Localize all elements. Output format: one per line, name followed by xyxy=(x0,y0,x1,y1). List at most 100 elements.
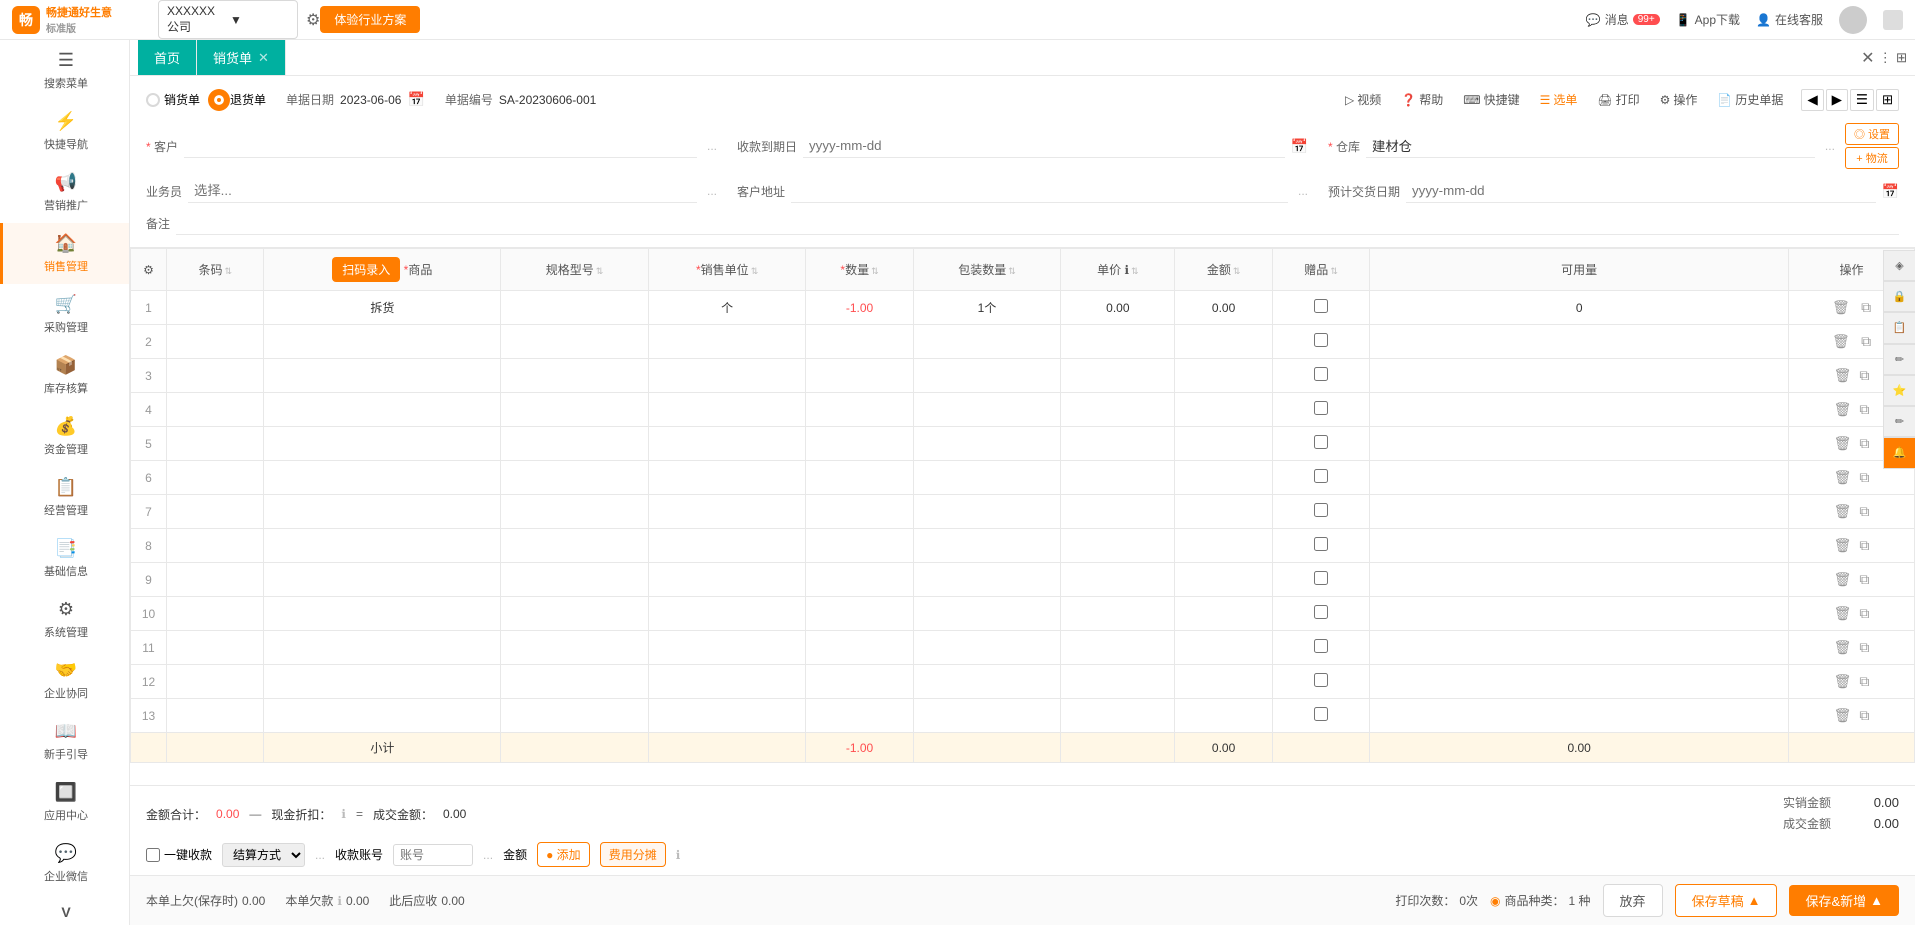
warehouse-input[interactable] xyxy=(1366,134,1815,158)
message-btn[interactable]: 💬 消息 99+ xyxy=(1586,11,1660,28)
sidebar-item-purchase[interactable]: 🛒 采购管理 xyxy=(0,284,129,345)
delete-row-btn[interactable]: 🗑 xyxy=(1830,535,1856,556)
delete-row-btn[interactable]: 🗑 xyxy=(1830,365,1856,386)
salesperson-input[interactable] xyxy=(188,179,697,203)
expected-delivery-input[interactable] xyxy=(1406,179,1876,203)
float-btn-3[interactable]: 📋 xyxy=(1883,312,1915,343)
gift-checkbox[interactable] xyxy=(1314,673,1328,687)
copy-row-btn[interactable]: ⧉ xyxy=(1855,399,1873,420)
payment-due-input[interactable] xyxy=(803,134,1285,158)
float-btn-1[interactable]: ◈ xyxy=(1883,250,1915,281)
gift-checkbox[interactable] xyxy=(1314,605,1328,619)
customer-dots-btn[interactable]: ... xyxy=(707,139,717,153)
gift-checkbox[interactable] xyxy=(1314,435,1328,449)
gift-checkbox[interactable] xyxy=(1314,299,1328,313)
save-draft-btn[interactable]: 保存草稿 ▲ xyxy=(1675,884,1778,917)
settings-btn[interactable]: ◎ 设置 xyxy=(1845,123,1899,145)
copy-row-btn[interactable]: ⧉ xyxy=(1855,433,1873,454)
discard-btn[interactable]: 放弃 xyxy=(1603,884,1663,917)
gift-checkbox[interactable] xyxy=(1314,367,1328,381)
delete-row-btn[interactable]: 🗑 xyxy=(1830,603,1856,624)
logistics-btn[interactable]: + 物流 xyxy=(1845,147,1899,169)
sidebar-item-enterprise[interactable]: 🤝 企业协同 xyxy=(0,650,129,711)
delete-row-btn[interactable]: 🗑 xyxy=(1830,433,1856,454)
delete-row-btn[interactable]: 🗑 xyxy=(1830,399,1856,420)
gift-checkbox[interactable] xyxy=(1314,333,1328,347)
user-menu-icon[interactable] xyxy=(1883,10,1903,30)
nav-prev-btn[interactable]: ◀ xyxy=(1801,89,1823,111)
radio-sales-order[interactable]: 销货单 xyxy=(146,91,200,108)
col-settings[interactable]: ⚙ xyxy=(131,249,167,291)
delete-row-btn[interactable]: 🗑 xyxy=(1830,637,1856,658)
sidebar-item-finance[interactable]: 💰 资金管理 xyxy=(0,406,129,467)
sidebar-item-marketing[interactable]: 📢 营销推广 xyxy=(0,162,129,223)
address-dots-btn[interactable]: ... xyxy=(1298,184,1308,198)
cell-pack-qty[interactable]: 1个 xyxy=(913,291,1061,325)
settings-icon-button[interactable]: ⚙ xyxy=(306,10,320,30)
copy-row-btn[interactable]: ⧉ xyxy=(1855,467,1873,488)
sidebar-item-quick-nav[interactable]: ⚡ 快捷导航 xyxy=(0,101,129,162)
toolbar-video-btn[interactable]: ▷视频 xyxy=(1339,88,1387,111)
payment-due-calendar[interactable]: 📅 xyxy=(1291,138,1308,155)
delete-row-btn[interactable]: 🗑 xyxy=(1828,331,1854,352)
toolbar-shortcut-btn[interactable]: ⌨快捷键 xyxy=(1457,88,1525,111)
account-input[interactable] xyxy=(393,844,473,866)
tab-sales-order[interactable]: 销货单 ✕ xyxy=(197,40,286,75)
customer-input[interactable] xyxy=(184,134,697,158)
sidebar-item-system[interactable]: ⚙ 系统管理 xyxy=(0,589,129,650)
tab-close-all-btn[interactable]: ✕ xyxy=(1861,48,1874,68)
customer-address-input[interactable] xyxy=(791,179,1288,203)
cell-product[interactable]: 拆货 xyxy=(264,291,501,325)
float-btn-orange[interactable]: 🔔 xyxy=(1883,437,1915,468)
delete-row-btn[interactable]: 🗑 xyxy=(1830,467,1856,488)
sidebar-item-inventory[interactable]: 📦 库存核算 xyxy=(0,345,129,406)
tab-grid-btn[interactable]: ⊞ xyxy=(1896,50,1907,66)
settlement-dots[interactable]: ... xyxy=(315,848,325,862)
cell-barcode[interactable] xyxy=(167,291,264,325)
experience-btn[interactable]: 体验行业方案 xyxy=(320,6,420,33)
notes-input[interactable] xyxy=(176,211,1899,235)
expense-split-btn[interactable]: 费用分摊 xyxy=(600,842,666,867)
sidebar-item-search[interactable]: ☰ 搜索菜单 xyxy=(0,40,129,101)
copy-row-btn[interactable]: ⧉ xyxy=(1857,297,1875,318)
toolbar-help-btn[interactable]: ❓帮助 xyxy=(1395,88,1449,111)
save-new-btn[interactable]: 保存&新增 ▲ xyxy=(1789,885,1899,916)
float-btn-2[interactable]: 🔒 xyxy=(1883,281,1915,312)
view-grid-btn[interactable]: ⊞ xyxy=(1876,89,1899,111)
one-click-pay-checkbox[interactable]: 一键收款 xyxy=(146,846,212,863)
gift-checkbox[interactable] xyxy=(1314,639,1328,653)
app-download-btn[interactable]: 📱 App下载 xyxy=(1676,11,1740,28)
scan-btn[interactable]: 扫码录入 xyxy=(332,257,400,282)
gift-checkbox[interactable] xyxy=(1314,571,1328,585)
sidebar-item-operations[interactable]: 📋 经营管理 xyxy=(0,467,129,528)
view-list-btn[interactable]: ☰ xyxy=(1850,89,1874,111)
radio-return-order[interactable]: 退货单 xyxy=(212,91,266,108)
tab-menu-btn[interactable]: ⋮ xyxy=(1879,50,1892,66)
gift-checkbox[interactable] xyxy=(1314,537,1328,551)
sidebar-item-app-center[interactable]: 🔲 应用中心 xyxy=(0,772,129,833)
float-btn-5[interactable]: ⭐ xyxy=(1883,375,1915,406)
toolbar-select-btn[interactable]: ☰选单 xyxy=(1534,88,1584,111)
toolbar-print-btn[interactable]: 🖨打印 xyxy=(1591,88,1645,111)
copy-row-btn[interactable]: ⧉ xyxy=(1855,569,1873,590)
copy-row-btn[interactable]: ⧉ xyxy=(1855,671,1873,692)
cell-gift[interactable] xyxy=(1272,291,1369,325)
expected-delivery-calendar[interactable]: 📅 xyxy=(1882,183,1899,200)
cell-unit-price[interactable]: 0.00 xyxy=(1061,291,1175,325)
copy-row-btn[interactable]: ⧉ xyxy=(1855,705,1873,726)
gift-checkbox[interactable] xyxy=(1314,503,1328,517)
delete-row-btn[interactable]: 🗑 xyxy=(1830,501,1856,522)
delete-row-btn[interactable]: 🗑 xyxy=(1830,705,1856,726)
cell-spec[interactable] xyxy=(501,291,649,325)
copy-row-btn[interactable]: ⧉ xyxy=(1855,603,1873,624)
avatar[interactable] xyxy=(1839,6,1867,34)
gift-checkbox[interactable] xyxy=(1314,469,1328,483)
delete-row-btn[interactable]: 🗑 xyxy=(1830,569,1856,590)
sidebar-item-member[interactable]: V 畅会员 xyxy=(0,894,129,925)
copy-row-btn[interactable]: ⧉ xyxy=(1855,535,1873,556)
cell-quantity[interactable]: -1.00 xyxy=(806,291,913,325)
nav-next-btn[interactable]: ▶ xyxy=(1826,89,1848,111)
one-click-pay-check[interactable] xyxy=(146,848,160,862)
warehouse-dots-btn[interactable]: ... xyxy=(1825,139,1835,153)
expense-help-icon[interactable]: ℹ xyxy=(676,848,681,862)
